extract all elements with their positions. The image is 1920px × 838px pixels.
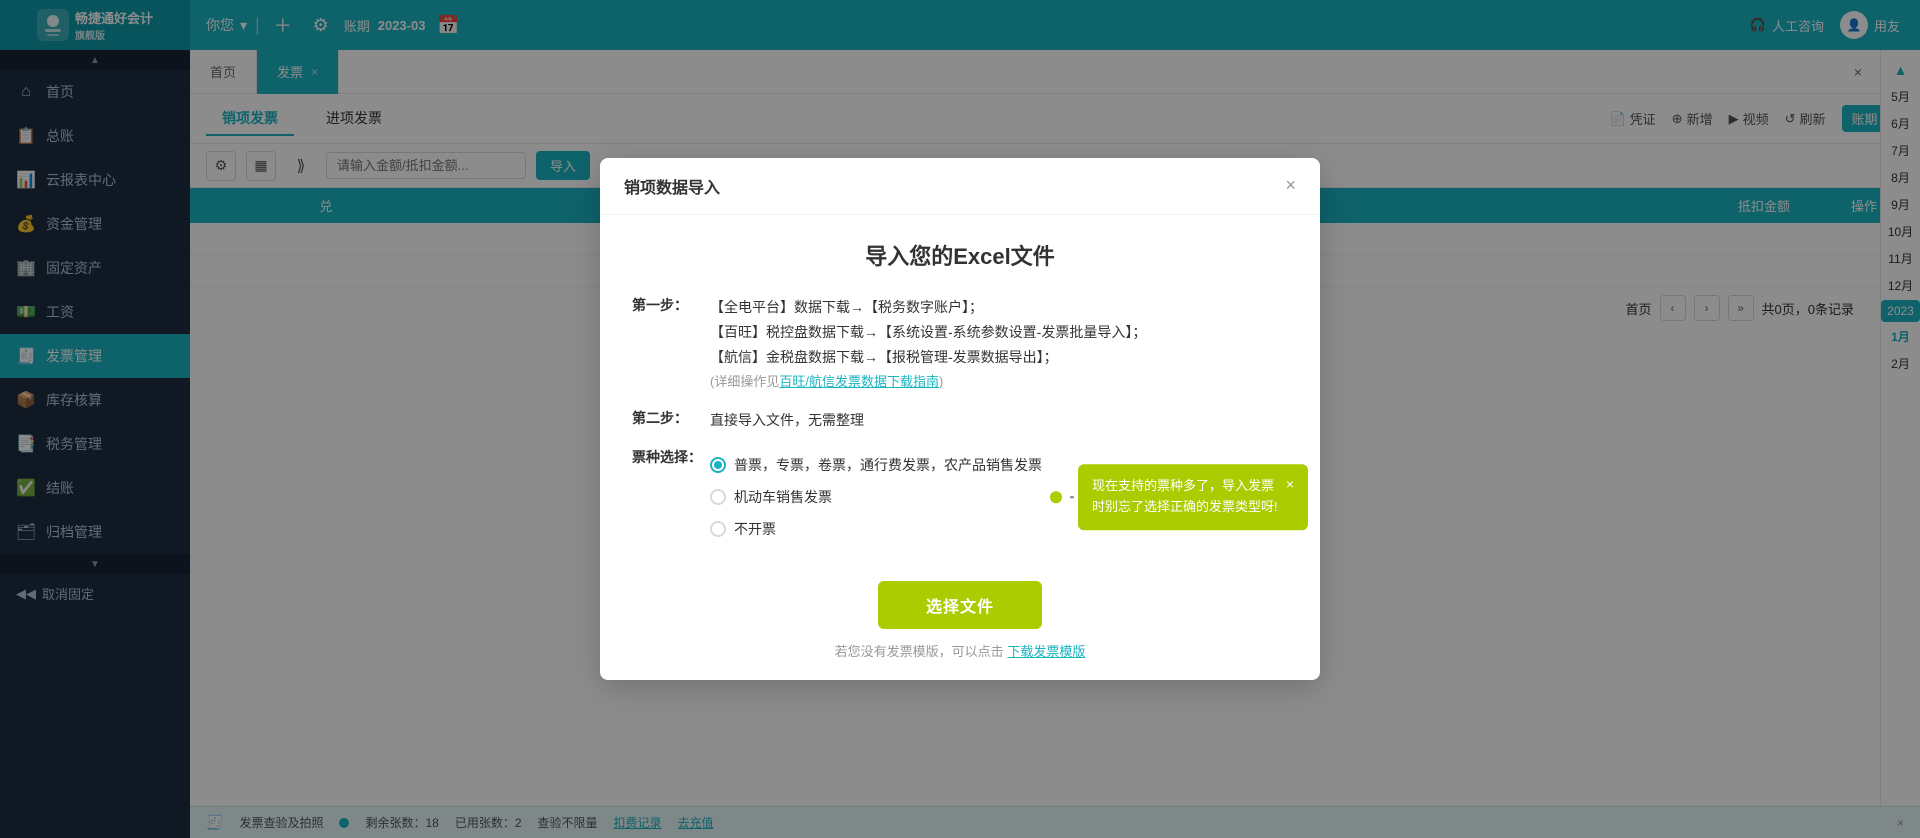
radio-normal[interactable]: 普票，专票，卷票，通行费发票，农产品销售发票 [710,455,1042,475]
ticket-type-label: 票种选择： [632,447,702,467]
step2-content: 直接导入文件，无需整理 [710,408,864,433]
template-download-link[interactable]: 下载发票模版 [1007,644,1085,659]
step1-line1: 【全电平台】数据下载→【税务数字账户】； [710,295,1146,320]
select-file-button[interactable]: 选择文件 [878,581,1042,629]
radio-no-invoice[interactable]: 不开票 [710,519,1042,539]
modal-body: 导入您的Excel文件 第一步： 【全电平台】数据下载→【税务数字账户】； 【百… [600,215,1320,573]
modal-header: 销项数据导入 × [600,158,1320,215]
template-link-row: 若您没有发票模版，可以点击 下载发票模版 [835,641,1086,660]
step1-note: (详细操作见百旺/航信发票数据下载指南) [710,370,1146,393]
step1-label: 第一步： [632,295,702,315]
radio-motor[interactable]: 机动车销售发票 × 现在支持的票种多了，导入发票时别忘了选择正确的发票类型呀! [710,487,1042,507]
radio-circle-no-invoice[interactable] [710,521,726,537]
tooltip-bubble: × 现在支持的票种多了，导入发票时别忘了选择正确的发票类型呀! [1078,464,1308,530]
template-text: 若您没有发票模版，可以点击 [835,644,1004,659]
step2-label: 第二步： [632,408,702,428]
radio-circle-motor[interactable] [710,489,726,505]
tooltip-close-button[interactable]: × [1286,476,1294,492]
radio-motor-label: 机动车销售发票 [734,487,832,507]
tooltip-dot [1050,491,1062,503]
step2-row: 第二步： 直接导入文件，无需整理 [632,408,1288,433]
tooltip-line [1070,496,1074,498]
modal-overlay[interactable]: 销项数据导入 × 导入您的Excel文件 第一步： 【全电平台】数据下载→【税务… [0,0,1920,838]
radio-group: 普票，专票，卷票，通行费发票，农产品销售发票 机动车销售发票 × 现在支持的票 [710,455,1042,539]
import-modal: 销项数据导入 × 导入您的Excel文件 第一步： 【全电平台】数据下载→【税务… [600,158,1320,680]
modal-main-title: 导入您的Excel文件 [632,239,1288,271]
tooltip-text: 现在支持的票种多了，导入发票时别忘了选择正确的发票类型呀! [1092,478,1278,514]
step1-note-end: ) [939,374,943,389]
step1-row: 第一步： 【全电平台】数据下载→【税务数字账户】； 【百旺】税控盘数据下载→【系… [632,295,1288,394]
radio-dot-normal [714,461,722,469]
step1-note-prefix: (详细操作见 [710,374,779,389]
radio-circle-normal[interactable] [710,457,726,473]
modal-footer: 选择文件 若您没有发票模版，可以点击 下载发票模版 [600,573,1320,680]
modal-title: 销项数据导入 [624,174,720,198]
step1-line2: 【百旺】税控盘数据下载→【系统设置-系统参数设置-发票批量导入】； [710,320,1146,345]
step1-link[interactable]: 百旺/航信发票数据下载指南 [779,374,939,389]
step1-line3: 【航信】金税盘数据下载→【报税管理-发票数据导出】； [710,345,1146,370]
tooltip-container: × 现在支持的票种多了，导入发票时别忘了选择正确的发票类型呀! [1050,464,1308,530]
radio-normal-label: 普票，专票，卷票，通行费发票，农产品销售发票 [734,455,1042,475]
radio-no-invoice-label: 不开票 [734,519,776,539]
step1-content: 【全电平台】数据下载→【税务数字账户】； 【百旺】税控盘数据下载→【系统设置-系… [710,295,1146,394]
ticket-type-row: 票种选择： 普票，专票，卷票，通行费发票，农产品销售发票 机动车销售发票 [632,447,1288,539]
modal-close-button[interactable]: × [1285,175,1296,196]
